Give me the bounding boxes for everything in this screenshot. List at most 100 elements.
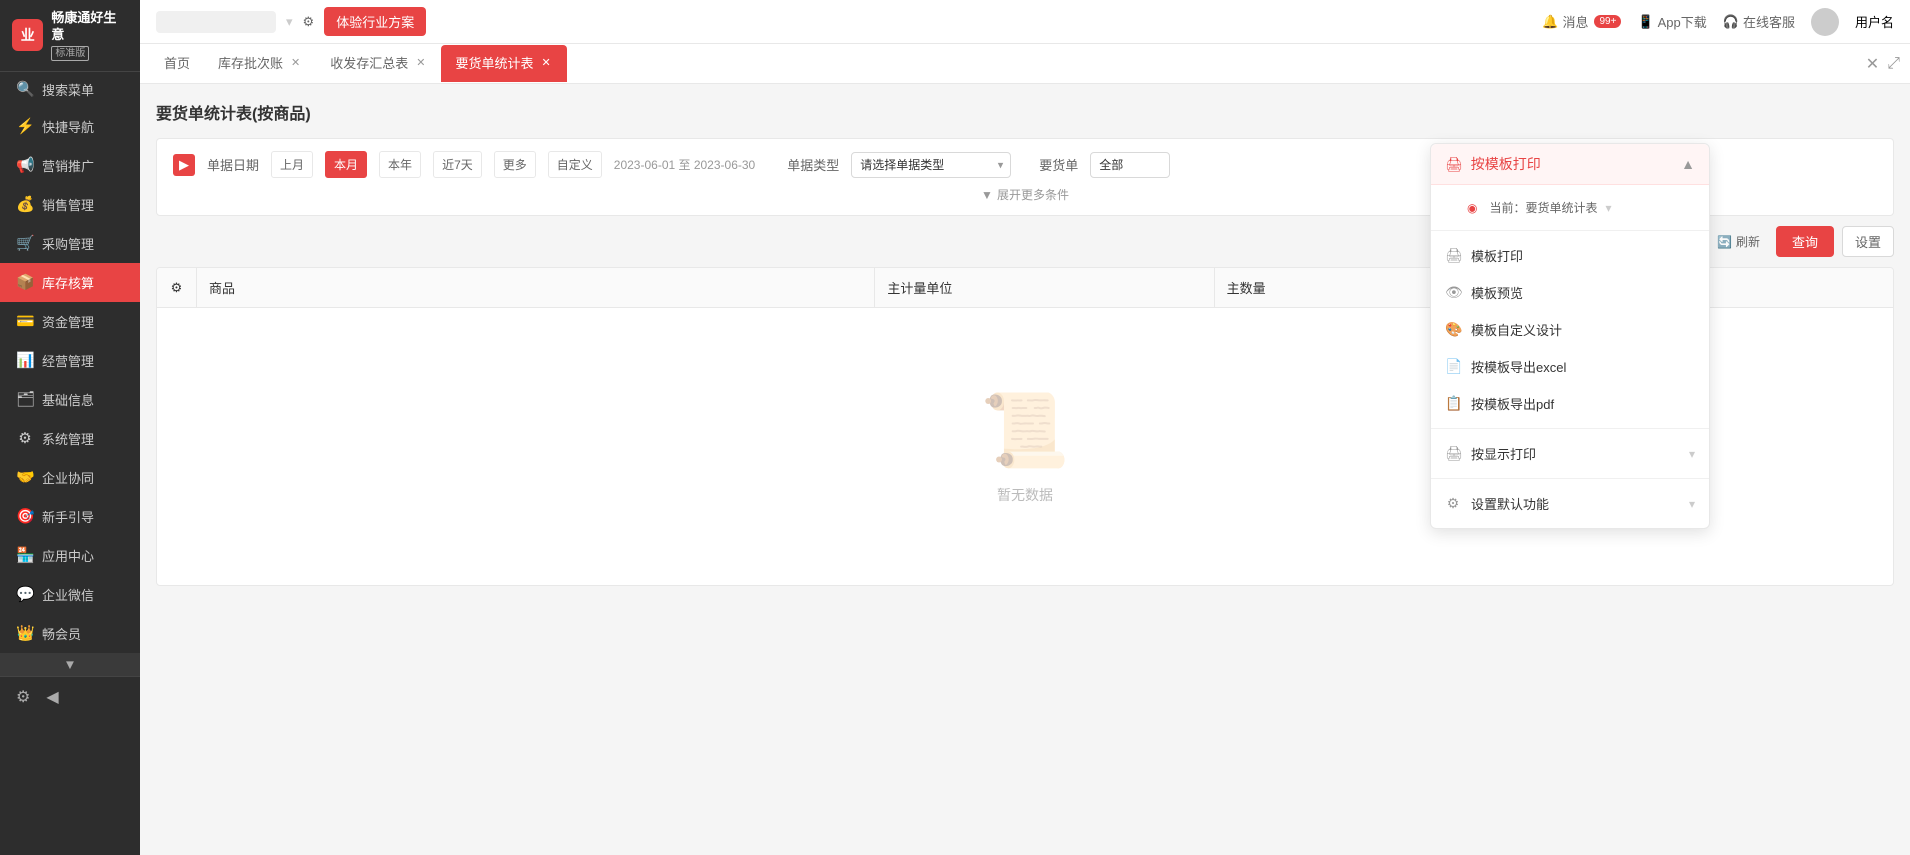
goods-label: 要货单 — [1039, 155, 1078, 174]
template-excel-icon: 📄 — [1445, 358, 1461, 375]
sidebar-footer: ⚙ ◀ — [0, 676, 140, 717]
dropdown-item-template-excel[interactable]: 📄 按模板导出excel — [1431, 348, 1709, 385]
goods-type-select[interactable]: 全部 — [1090, 152, 1170, 178]
tab-batch[interactable]: 库存批次账 ✕ — [204, 45, 316, 82]
sidebar-item-appstore[interactable]: 🏪 应用中心 — [0, 536, 140, 575]
messages-button[interactable]: 🔔 消息 99+ — [1542, 12, 1621, 31]
sidebar-item-shortcut[interactable]: ⚡ 快捷导航 — [0, 107, 140, 146]
maximize-tab-action[interactable]: ⤢ — [1887, 54, 1900, 74]
date-btn-custom[interactable]: 自定义 — [548, 151, 602, 178]
display-print-icon: 🖨 — [1445, 445, 1461, 462]
sidebar-item-purchase[interactable]: 🛒 采购管理 — [0, 224, 140, 263]
col-unit: 主计量单位 — [875, 268, 1214, 307]
tab-order-stats[interactable]: 要货单统计表 ✕ — [441, 45, 566, 82]
type-label: 单据类型 — [787, 155, 839, 174]
date-btn-more[interactable]: 更多 — [494, 151, 536, 178]
dropdown-item-template-design[interactable]: 🎨 模板自定义设计 — [1431, 311, 1709, 348]
tab-close-batch[interactable]: ✕ — [289, 56, 302, 69]
sidebar-scroll-down[interactable]: ▼ — [0, 653, 140, 676]
printer-dropdown-icon: 🖨 — [1445, 156, 1463, 173]
type-select[interactable]: 请选择单据类型 — [851, 152, 1011, 178]
header-divider: ▾ — [286, 14, 293, 30]
date-range-display: 2023-06-01 至 2023-06-30 — [614, 156, 755, 173]
col-goods: 商品 — [197, 268, 875, 307]
chat-icon: 💬 — [16, 585, 34, 603]
dropdown-current-item[interactable]: ◉ 当前：要货单统计表 ▾ — [1431, 191, 1709, 224]
box-icon: 📦 — [16, 273, 34, 291]
col-settings[interactable]: ⚙ — [157, 268, 197, 307]
sidebar-item-marketing[interactable]: 📢 营销推广 — [0, 146, 140, 185]
sidebar-item-operation[interactable]: 📊 经营管理 — [0, 341, 140, 380]
current-indicator: ◉ — [1467, 201, 1477, 215]
search-icon: 🔍 — [16, 80, 34, 98]
tab-receipts[interactable]: 收发存汇总表 ✕ — [316, 45, 441, 82]
header-right: 🔔 消息 99+ 📱 App下载 🎧 在线客服 用户名 — [1542, 8, 1894, 36]
date-btn-7days[interactable]: 近7天 — [433, 151, 482, 178]
empty-illustration: 📜 — [980, 388, 1070, 473]
logo-icon: 业 — [12, 19, 43, 51]
handshake-icon: 🤝 — [16, 468, 34, 486]
sidebar-item-member[interactable]: 👑 畅会员 — [0, 614, 140, 653]
expand-filter-btn[interactable]: ▶ — [173, 154, 195, 176]
sidebar-item-collab[interactable]: 🤝 企业协同 — [0, 458, 140, 497]
lightning-icon: ⚡ — [16, 117, 34, 135]
close-tab-action[interactable]: ✕ — [1866, 54, 1879, 74]
empty-text: 暂无数据 — [997, 485, 1053, 505]
dropdown-close-btn[interactable]: ▲ — [1681, 156, 1695, 172]
sidebar-item-basic[interactable]: 🗂 基础信息 — [0, 380, 140, 419]
expand-icon: ▼ — [981, 188, 993, 202]
query-btn[interactable]: 查询 — [1776, 226, 1834, 257]
default-func-arrow: ▾ — [1689, 497, 1695, 511]
sidebar-item-inventory[interactable]: 📦 库存核算 — [0, 263, 140, 302]
header-left: ▾ ⚙ 体验行业方案 — [156, 7, 426, 36]
app-download-button[interactable]: 📱 App下载 — [1637, 12, 1706, 31]
date-btn-current-year[interactable]: 本年 — [379, 151, 421, 178]
settings-btn[interactable]: 设置 — [1842, 226, 1894, 257]
messages-badge: 99+ — [1594, 15, 1621, 28]
refresh-btn[interactable]: 🔄 刷新 — [1709, 228, 1768, 255]
sidebar-item-finance[interactable]: 💳 资金管理 — [0, 302, 140, 341]
sidebar-item-search[interactable]: 🔍 搜索菜单 — [0, 72, 140, 107]
sidebar-item-newguide[interactable]: 🎯 新手引导 — [0, 497, 140, 536]
tab-close-order-stats[interactable]: ✕ — [540, 56, 553, 69]
sidebar-item-system[interactable]: ⚙ 系统管理 — [0, 419, 140, 458]
dropdown-item-template-preview[interactable]: 👁 模板预览 — [1431, 274, 1709, 311]
print-dropdown: 🖨 按模板打印 ▲ ◉ 当前：要货单统计表 ▾ 🖨 模板打印 👁 模板预览 🎨 … — [1430, 143, 1710, 529]
dropdown-current-section: ◉ 当前：要货单统计表 ▾ — [1431, 185, 1709, 231]
dropdown-title: 🖨 按模板打印 — [1445, 154, 1541, 174]
expand-more-btn[interactable]: ▼ 展开更多条件 — [981, 186, 1069, 203]
type-select-wrapper: 请选择单据类型 — [851, 152, 1011, 178]
page-title: 要货单统计表(按商品) — [156, 100, 1894, 124]
dropdown-item-template-pdf[interactable]: 📋 按模板导出pdf — [1431, 385, 1709, 422]
username-label: 用户名 — [1855, 12, 1894, 31]
select-arrow-wrapper: 全部 — [1090, 152, 1170, 178]
megaphone-icon: 📢 — [16, 156, 34, 174]
dropdown-item-template-print[interactable]: 🖨 模板打印 — [1431, 237, 1709, 274]
chart-icon: 📊 — [16, 351, 34, 369]
template-pdf-icon: 📋 — [1445, 395, 1461, 412]
tab-home[interactable]: 首页 — [150, 45, 204, 82]
crown-icon: 👑 — [16, 624, 34, 642]
tab-close-receipts[interactable]: ✕ — [414, 56, 427, 69]
sidebar-item-wechat[interactable]: 💬 企业微信 — [0, 575, 140, 614]
bell-icon: 🔔 — [1542, 14, 1558, 30]
store-icon: 🏪 — [16, 546, 34, 564]
online-service-button[interactable]: 🎧 在线客服 — [1723, 12, 1795, 31]
breadcrumb-input[interactable] — [156, 11, 276, 33]
folder-icon: 🗂 — [16, 390, 34, 408]
dropdown-item-display-print[interactable]: 🖨 按显示打印 ▾ — [1431, 435, 1709, 472]
settings-footer-icon[interactable]: ⚙ — [16, 687, 30, 707]
industry-button[interactable]: 体验行业方案 — [324, 7, 426, 36]
date-btn-prev-month[interactable]: 上月 — [271, 151, 313, 178]
collapse-icon[interactable]: ◀ — [46, 687, 58, 707]
gear-icon: ⚙ — [16, 429, 34, 447]
tabs-bar: 首页 库存批次账 ✕ 收发存汇总表 ✕ 要货单统计表 ✕ ✕ ⤢ — [140, 44, 1910, 84]
dropdown-item-default-func[interactable]: ⚙ 设置默认功能 ▾ — [1431, 485, 1709, 522]
sidebar-item-sales[interactable]: 💰 销售管理 — [0, 185, 140, 224]
gear-button[interactable]: ⚙ — [303, 14, 315, 30]
refresh-icon: 🔄 — [1717, 235, 1732, 249]
date-btn-current-month[interactable]: 本月 — [325, 151, 367, 178]
tab-actions: ✕ ⤢ — [1866, 54, 1900, 74]
app-logo: 业 畅康通好生意 标准版 — [0, 0, 140, 72]
avatar[interactable] — [1811, 8, 1839, 36]
